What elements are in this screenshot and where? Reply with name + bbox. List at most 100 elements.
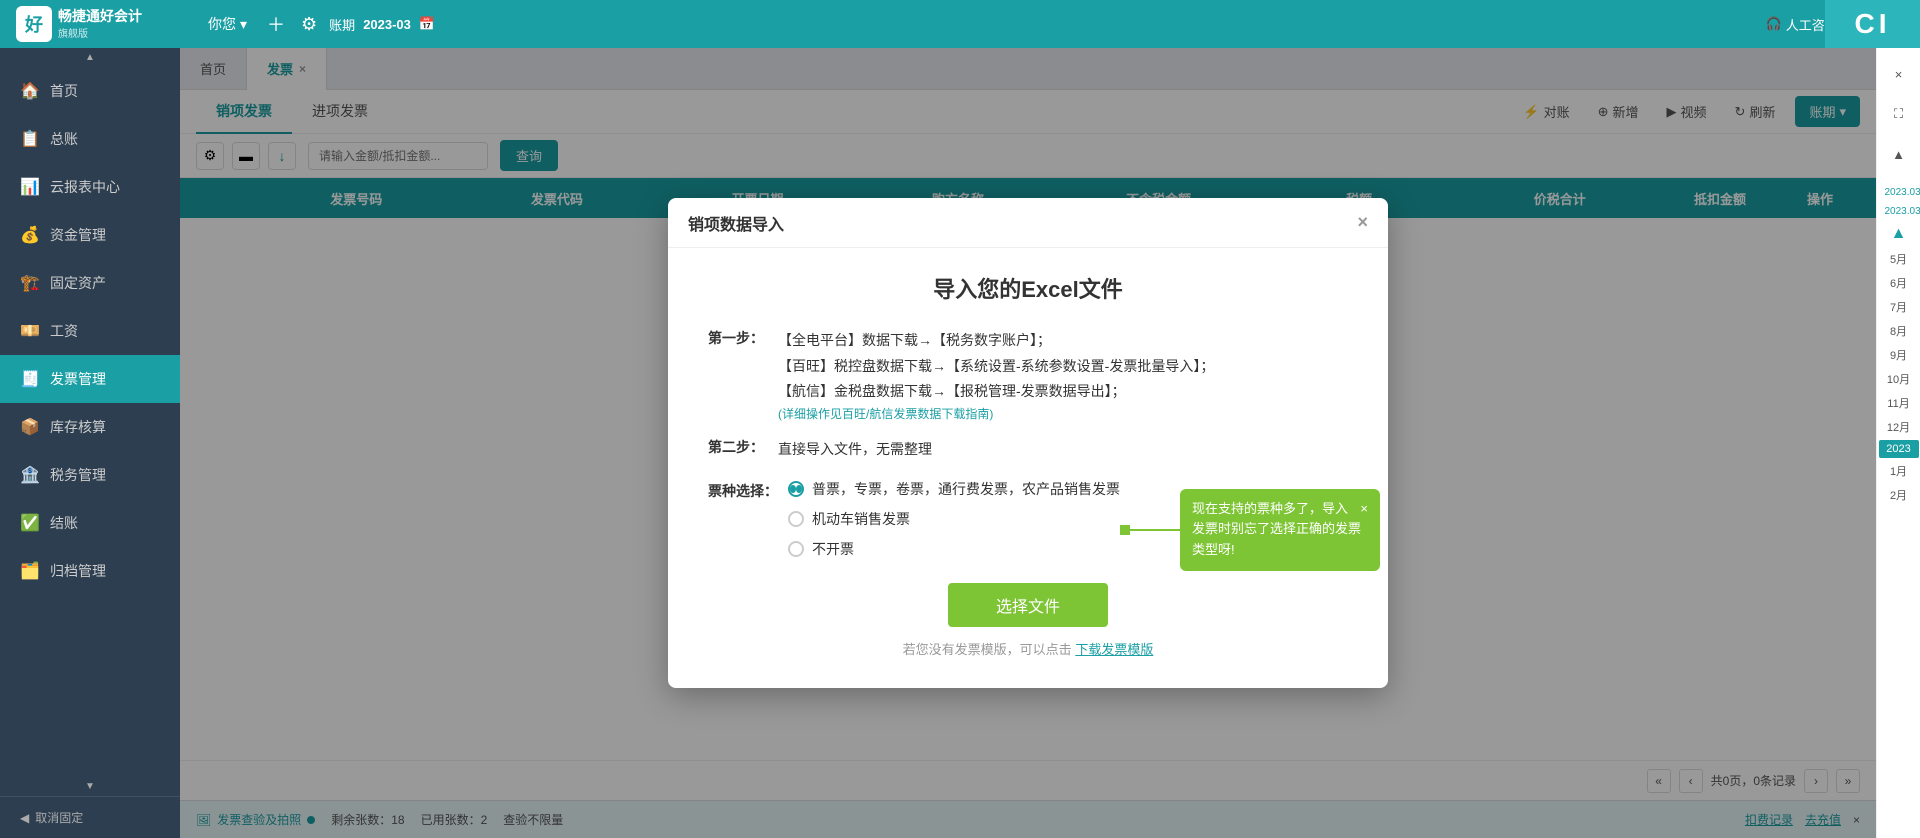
sidebar-item-home[interactable]: 🏠 首页	[0, 67, 180, 115]
ledger-icon: 📋	[20, 129, 40, 149]
step1-label: 第一步：	[708, 328, 778, 425]
right-panel-months: 2023.03 2023.03 ▲ 5月 6月 7月 8月 9月 10月 11月…	[1879, 184, 1919, 506]
step1-content: 【全电平台】数据下载→【税务数字账户】； 【百旺】税控盘数据下载→【系统设置-系…	[778, 328, 1348, 425]
month-1[interactable]: 1月	[1879, 460, 1919, 482]
main-layout: ▲ 🏠 首页 📋 总账 📊 云报表中心 💰 资金管理 🏗️ 固定资产	[0, 48, 1920, 838]
period-selector[interactable]: 账期 2023-03 📅	[329, 15, 435, 34]
tooltip-container: × 现在支持的票种多了，导入发票时别忘了选择正确的发票类型呀!	[1120, 489, 1380, 571]
month-sep-up[interactable]: ▲	[1879, 222, 1919, 246]
fixed-icon: 🏗️	[20, 273, 40, 293]
month-10[interactable]: 10月	[1879, 368, 1919, 390]
sidebar-item-settle[interactable]: ✅ 结账	[0, 499, 180, 547]
pin-icon: ◀	[20, 811, 29, 825]
invoice-icon: 🧾	[20, 369, 40, 389]
modal-body: 导入您的Excel文件 第一步： 【全电平台】数据下载→【税务数字账户】； 【百…	[668, 248, 1388, 687]
sidebar-item-invoice[interactable]: 🧾 发票管理	[0, 355, 180, 403]
home-icon: 🏠	[20, 81, 40, 101]
month-6[interactable]: 6月	[1879, 272, 1919, 294]
right-panel-expand-button[interactable]: ⛶	[1881, 96, 1917, 132]
step1-line1: 【全电平台】数据下载→【税务数字账户】；	[778, 328, 1348, 353]
sidebar-cancel-pin[interactable]: ◀ 取消固定	[0, 796, 180, 838]
radio-option-3[interactable]: 不开票	[788, 539, 1120, 559]
sidebar-item-inventory[interactable]: 📦 库存核算	[0, 403, 180, 451]
sidebar-item-label: 云报表中心	[50, 177, 120, 197]
modal-close-button[interactable]: ×	[1357, 212, 1368, 233]
modal-btn-row: 选择文件	[708, 583, 1348, 627]
step2-row: 第二步： 直接导入文件，无需整理	[708, 437, 1348, 462]
step1-link[interactable]: (详细操作见百旺/航信发票数据下载指南)	[778, 404, 1348, 426]
sidebar-item-label: 税务管理	[50, 465, 106, 485]
sidebar-item-label: 工资	[50, 321, 78, 341]
sidebar-item-fund[interactable]: 💰 资金管理	[0, 211, 180, 259]
sidebar-scroll-down[interactable]: ▼	[0, 777, 180, 796]
month-12[interactable]: 12月	[1879, 416, 1919, 438]
logo-sub: 旗舰版	[58, 25, 142, 40]
sidebar-item-archive[interactable]: 🗂️ 归档管理	[0, 547, 180, 595]
tooltip-close-button[interactable]: ×	[1360, 499, 1368, 520]
sidebar-scroll: 🏠 首页 📋 总账 📊 云报表中心 💰 资金管理 🏗️ 固定资产 💴 工	[0, 67, 180, 777]
sidebar-item-ledger[interactable]: 📋 总账	[0, 115, 180, 163]
ci-badge: CI	[1825, 0, 1920, 48]
ticket-choice: 票种选择： 普票，专票，卷票，通行费发票，农产品销售发票 机动车销售发票	[708, 479, 1348, 559]
logo-text: 畅捷通好会计	[58, 8, 142, 25]
modal-header: 销项数据导入 ×	[668, 198, 1388, 248]
download-template-link[interactable]: 下载发票模版	[1075, 642, 1153, 657]
chevron-down-icon: ▾	[240, 16, 247, 33]
company-selector[interactable]: 你您 ▾	[208, 14, 247, 34]
month-11[interactable]: 11月	[1879, 392, 1919, 414]
step1-line2: 【百旺】税控盘数据下载→【系统设置-系统参数设置-发票批量导入】；	[778, 354, 1348, 379]
calendar-icon: 📅	[419, 16, 435, 32]
right-panel-close-button[interactable]: ×	[1881, 56, 1917, 92]
logo-icon: 好	[16, 6, 52, 42]
step1-row: 第一步： 【全电平台】数据下载→【税务数字账户】； 【百旺】税控盘数据下载→【系…	[708, 328, 1348, 425]
sidebar-item-label: 归档管理	[50, 561, 106, 581]
radio-label-1: 普票，专票，卷票，通行费发票，农产品销售发票	[812, 479, 1120, 499]
topbar: 好 畅捷通好会计 旗舰版 你您 ▾ ＋ ⚙ 账期 2023-03 📅 🎧 人工咨…	[0, 0, 1920, 48]
tooltip-dot	[1120, 525, 1130, 535]
step2-label: 第二步：	[708, 437, 778, 462]
sidebar-scroll-up[interactable]: ▲	[0, 48, 180, 67]
radio-label-2: 机动车销售发票	[812, 509, 910, 529]
month-9[interactable]: 9月	[1879, 344, 1919, 366]
sidebar-item-tax[interactable]: 🏦 税务管理	[0, 451, 180, 499]
modal-title: 销项数据导入	[688, 211, 784, 235]
sidebar-item-payroll[interactable]: 💴 工资	[0, 307, 180, 355]
month-5[interactable]: 5月	[1879, 248, 1919, 270]
ticket-label: 票种选择：	[708, 479, 778, 501]
logo: 好 畅捷通好会计 旗舰版	[16, 6, 196, 42]
month-2023-03b[interactable]: 2023.03	[1879, 203, 1919, 220]
month-2023-03[interactable]: 2023.03	[1879, 184, 1919, 201]
radio-circle-3	[788, 541, 804, 557]
right-panel-up-button[interactable]: ▲	[1881, 136, 1917, 172]
month-2023[interactable]: 2023	[1879, 440, 1919, 458]
headset-icon: 🎧	[1766, 16, 1782, 32]
month-8[interactable]: 8月	[1879, 320, 1919, 342]
select-file-button[interactable]: 选择文件	[948, 583, 1108, 627]
sidebar-item-report[interactable]: 📊 云报表中心	[0, 163, 180, 211]
tooltip-line	[1130, 529, 1180, 531]
radio-option-1[interactable]: 普票，专票，卷票，通行费发票，农产品销售发票	[788, 479, 1120, 499]
sidebar-item-label: 结账	[50, 513, 78, 533]
import-modal: 销项数据导入 × 导入您的Excel文件 第一步： 【全电平台】数据下载→【税务…	[668, 198, 1388, 687]
sidebar-item-fixed[interactable]: 🏗️ 固定资产	[0, 259, 180, 307]
modal-overlay: 销项数据导入 × 导入您的Excel文件 第一步： 【全电平台】数据下载→【税务…	[180, 48, 1876, 838]
step1-line3: 【航信】金税盘数据下载→【报税管理-发票数据导出】；	[778, 379, 1348, 404]
month-2[interactable]: 2月	[1879, 484, 1919, 506]
tooltip-text: 现在支持的票种多了，导入发票时别忘了选择正确的发票类型呀!	[1192, 501, 1361, 558]
radio-label-3: 不开票	[812, 539, 854, 559]
sidebar-item-label: 首页	[50, 81, 78, 101]
topbar-actions: ＋ ⚙	[267, 11, 317, 37]
month-7[interactable]: 7月	[1879, 296, 1919, 318]
report-icon: 📊	[20, 177, 40, 197]
content-area: 首页 发票 × 销项发票 进项发票 ⚡ 对账	[180, 48, 1876, 838]
tooltip-bubble: × 现在支持的票种多了，导入发票时别忘了选择正确的发票类型呀!	[1180, 489, 1380, 571]
payroll-icon: 💴	[20, 321, 40, 341]
add-icon[interactable]: ＋	[267, 11, 285, 37]
settle-icon: ✅	[20, 513, 40, 533]
right-panel: × ⛶ ▲ 2023.03 2023.03 ▲ 5月 6月 7月 8月 9月 1…	[1876, 48, 1920, 838]
sidebar: ▲ 🏠 首页 📋 总账 📊 云报表中心 💰 资金管理 🏗️ 固定资产	[0, 48, 180, 838]
radio-circle-2	[788, 511, 804, 527]
step2-content: 直接导入文件，无需整理	[778, 437, 1348, 462]
settings-icon[interactable]: ⚙	[301, 14, 317, 35]
radio-option-2[interactable]: 机动车销售发票	[788, 509, 1120, 529]
